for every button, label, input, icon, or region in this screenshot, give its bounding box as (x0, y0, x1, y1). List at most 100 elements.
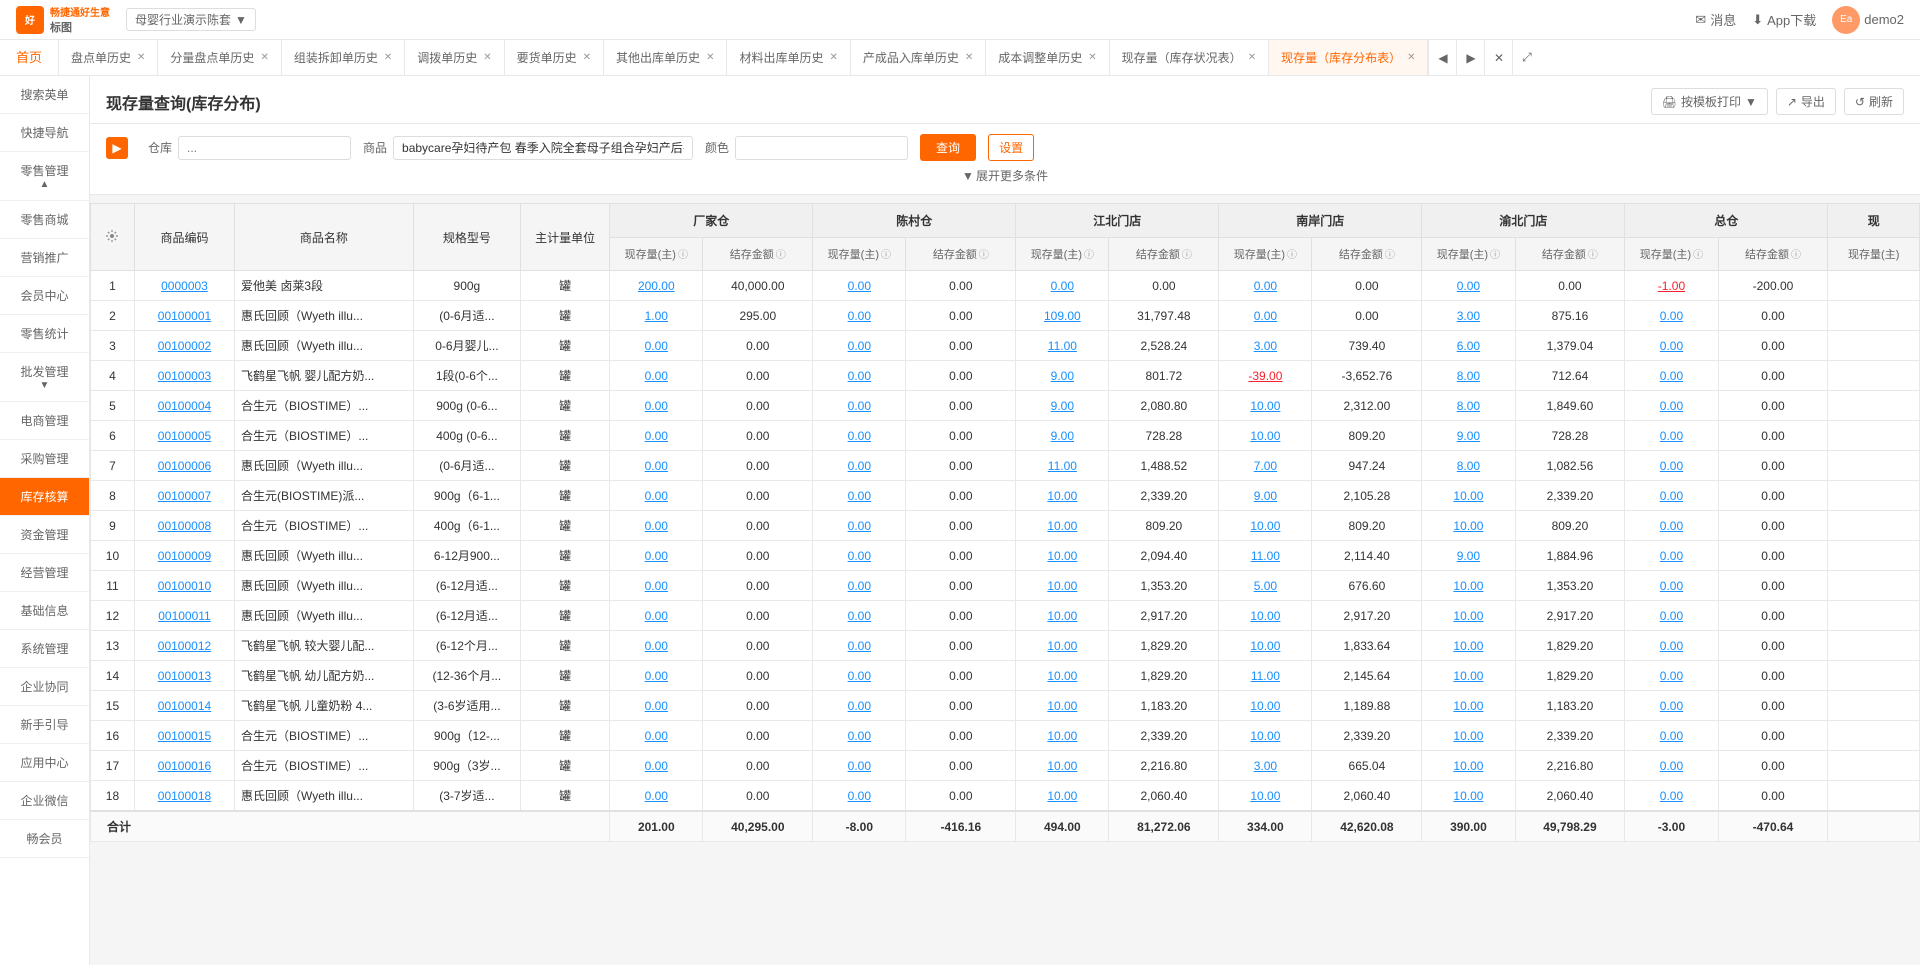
cell-jiangbei-amt: 2,917.20 (1109, 601, 1219, 631)
sum-factory-qty: 201.00 (610, 811, 703, 842)
close-tab-material-out[interactable]: ✕ (829, 40, 837, 76)
close-tab-inv-status[interactable]: ✕ (1248, 40, 1256, 76)
cell-spec: (0-6月适... (413, 301, 520, 331)
warehouse-input[interactable] (178, 136, 351, 160)
tab-transfer[interactable]: 调拨单历史 ✕ (405, 40, 504, 76)
tab-group[interactable]: 组装拆卸单历史 ✕ (282, 40, 405, 76)
data-table: 商品编码 商品名称 规格型号 主计量单位 厂家仓 陈村仓 江北门店 南岸门店 渝… (90, 203, 1920, 842)
cell-no: 9 (91, 511, 135, 541)
close-tab-order[interactable]: ✕ (583, 40, 591, 76)
cell-mountain-qty: 0.00 (813, 511, 906, 541)
print-btn[interactable]: 🖨 按模板打印 ▼ (1651, 88, 1768, 115)
cell-jiangbei-qty: 9.00 (1016, 361, 1109, 391)
cell-yuzbei-qty: 10.00 (1422, 721, 1515, 751)
tab-inventory-dist[interactable]: 现存量（库存分布表） ✕ (1269, 40, 1428, 76)
sidebar-item-basic[interactable]: 基础信息 (0, 592, 89, 630)
close-tab-cost-adj[interactable]: ✕ (1088, 40, 1096, 76)
sidebar-item-retail-mgmt[interactable]: 零售管理 ▲ (0, 152, 89, 201)
cell-factory-amt: 0.00 (703, 751, 813, 781)
tab-order[interactable]: 要货单历史 ✕ (505, 40, 604, 76)
color-input[interactable] (735, 136, 908, 160)
tab-product-in[interactable]: 产成品入库单历史 ✕ (851, 40, 986, 76)
sidebar-item-quick[interactable]: 快捷导航 (0, 114, 89, 152)
sidebar-item-ecommerce[interactable]: 电商管理 (0, 402, 89, 440)
messages-btn[interactable]: ✉ 消息 (1695, 10, 1736, 29)
tab-cost-adj[interactable]: 成本调整单历史 ✕ (986, 40, 1109, 76)
tab-nav-expand[interactable]: ⤢ (1512, 40, 1540, 76)
sidebar-item-corp-wechat[interactable]: 企业微信 (0, 782, 89, 820)
sidebar-item-retail-stat[interactable]: 零售统计 (0, 315, 89, 353)
sidebar-item-system[interactable]: 系统管理 (0, 630, 89, 668)
cell-total-amt: 0.00 (1718, 421, 1828, 451)
tab-home[interactable]: 首页 (0, 40, 59, 76)
tab-other-out[interactable]: 其他出库单历史 ✕ (604, 40, 727, 76)
cell-code: 00100007 (134, 481, 234, 511)
tab-nav-next[interactable]: ▶ (1456, 40, 1484, 76)
cell-mountain-qty: 0.00 (813, 661, 906, 691)
sidebar-item-app-center[interactable]: 应用中心 (0, 744, 89, 782)
cell-total-amt: 0.00 (1718, 541, 1828, 571)
close-tab-inv-dist[interactable]: ✕ (1407, 40, 1415, 76)
cell-jiangbei-amt: 1,829.20 (1109, 661, 1219, 691)
close-tab-transfer[interactable]: ✕ (483, 40, 491, 76)
sidebar-item-corp[interactable]: 企业协同 (0, 668, 89, 706)
cell-jiangbei-qty: 10.00 (1016, 691, 1109, 721)
tab-point2[interactable]: 分量盘点单历史 ✕ (158, 40, 281, 76)
cell-factory-qty: 0.00 (610, 751, 703, 781)
close-tab-point[interactable]: ✕ (137, 40, 145, 76)
table-row: 1 0000003 爱他美 卤莱3段 900g 罐 200.00 40,000.… (91, 271, 1920, 301)
goods-input[interactable] (393, 136, 693, 160)
th-jiangbei: 江北门店 (1016, 204, 1219, 238)
table-row: 3 00100002 惠氏回顾（Wyeth illu... 0-6月婴儿... … (91, 331, 1920, 361)
search-btn[interactable]: 查询 (920, 134, 976, 161)
settings-btn[interactable]: 设置 (988, 134, 1034, 161)
sidebar-item-member2[interactable]: 畅会员 (0, 820, 89, 858)
cell-code: 00100003 (134, 361, 234, 391)
sidebar-item-wholesale[interactable]: 批发管理 ▼ (0, 353, 89, 402)
tab-material-out[interactable]: 材料出库单历史 ✕ (727, 40, 850, 76)
expand-btn[interactable]: ▼ 展开更多条件 (962, 167, 1048, 184)
cell-jiangbei-amt: 1,353.20 (1109, 571, 1219, 601)
tab-nav-close[interactable]: ✕ (1484, 40, 1512, 76)
close-tab-product-in[interactable]: ✕ (965, 40, 973, 76)
filter-toggle-btn[interactable]: ▶ (106, 137, 128, 159)
cell-current (1828, 481, 1920, 511)
th-spec: 规格型号 (413, 204, 520, 271)
close-tab-point2[interactable]: ✕ (260, 40, 268, 76)
sidebar-item-purchase[interactable]: 采购管理 (0, 440, 89, 478)
sidebar-item-guide[interactable]: 新手引导 (0, 706, 89, 744)
th-gear[interactable] (91, 204, 135, 271)
close-tab-group[interactable]: ✕ (384, 40, 392, 76)
cell-code: 00100012 (134, 631, 234, 661)
sidebar-item-retail-store[interactable]: 零售商城 (0, 201, 89, 239)
sidebar-item-marketing[interactable]: 营销推广 (0, 239, 89, 277)
export-btn[interactable]: ↗ 导出 (1776, 88, 1836, 115)
tab-nav-prev[interactable]: ◀ (1428, 40, 1456, 76)
cell-mountain-amt: 0.00 (906, 751, 1016, 781)
close-tab-other-out[interactable]: ✕ (706, 40, 714, 76)
table-wrap[interactable]: 商品编码 商品名称 规格型号 主计量单位 厂家仓 陈村仓 江北门店 南岸门店 渝… (90, 195, 1920, 965)
sidebar-item-member[interactable]: 会员中心 (0, 277, 89, 315)
industry-selector[interactable]: 母婴行业演示陈套 ▼ (126, 8, 256, 31)
user-area[interactable]: Ea demo2 (1832, 6, 1904, 34)
cell-total-qty: -1.00 (1625, 271, 1718, 301)
th-total-qty: 现存量(主)ⓘ (1625, 238, 1718, 271)
cell-yuzbei-qty: 10.00 (1422, 601, 1515, 631)
cell-total-qty: 0.00 (1625, 361, 1718, 391)
cell-total-qty: 0.00 (1625, 301, 1718, 331)
cell-yuzbei-amt: 2,917.20 (1515, 601, 1625, 631)
tab-point[interactable]: 盘点单历史 ✕ (59, 40, 158, 76)
sidebar-item-search[interactable]: 搜索英单 (0, 76, 89, 114)
sidebar-item-finance[interactable]: 资金管理 (0, 516, 89, 554)
cell-spec: 400g（6-1... (413, 511, 520, 541)
refresh-btn[interactable]: ↺ 刷新 (1844, 88, 1904, 115)
tab-inventory-status[interactable]: 现存量（库存状况表） ✕ (1110, 40, 1269, 76)
cell-factory-amt: 0.00 (703, 331, 813, 361)
app-download-btn[interactable]: ⬇ App下载 (1752, 10, 1816, 29)
cell-jiangbei-qty: 10.00 (1016, 601, 1109, 631)
sidebar-item-inventory[interactable]: 库存核算 (0, 478, 89, 516)
cell-spec: (12-36个月... (413, 661, 520, 691)
cell-total-qty: 0.00 (1625, 331, 1718, 361)
cell-spec: (0-6月适... (413, 451, 520, 481)
sidebar-item-ops[interactable]: 经营管理 (0, 554, 89, 592)
